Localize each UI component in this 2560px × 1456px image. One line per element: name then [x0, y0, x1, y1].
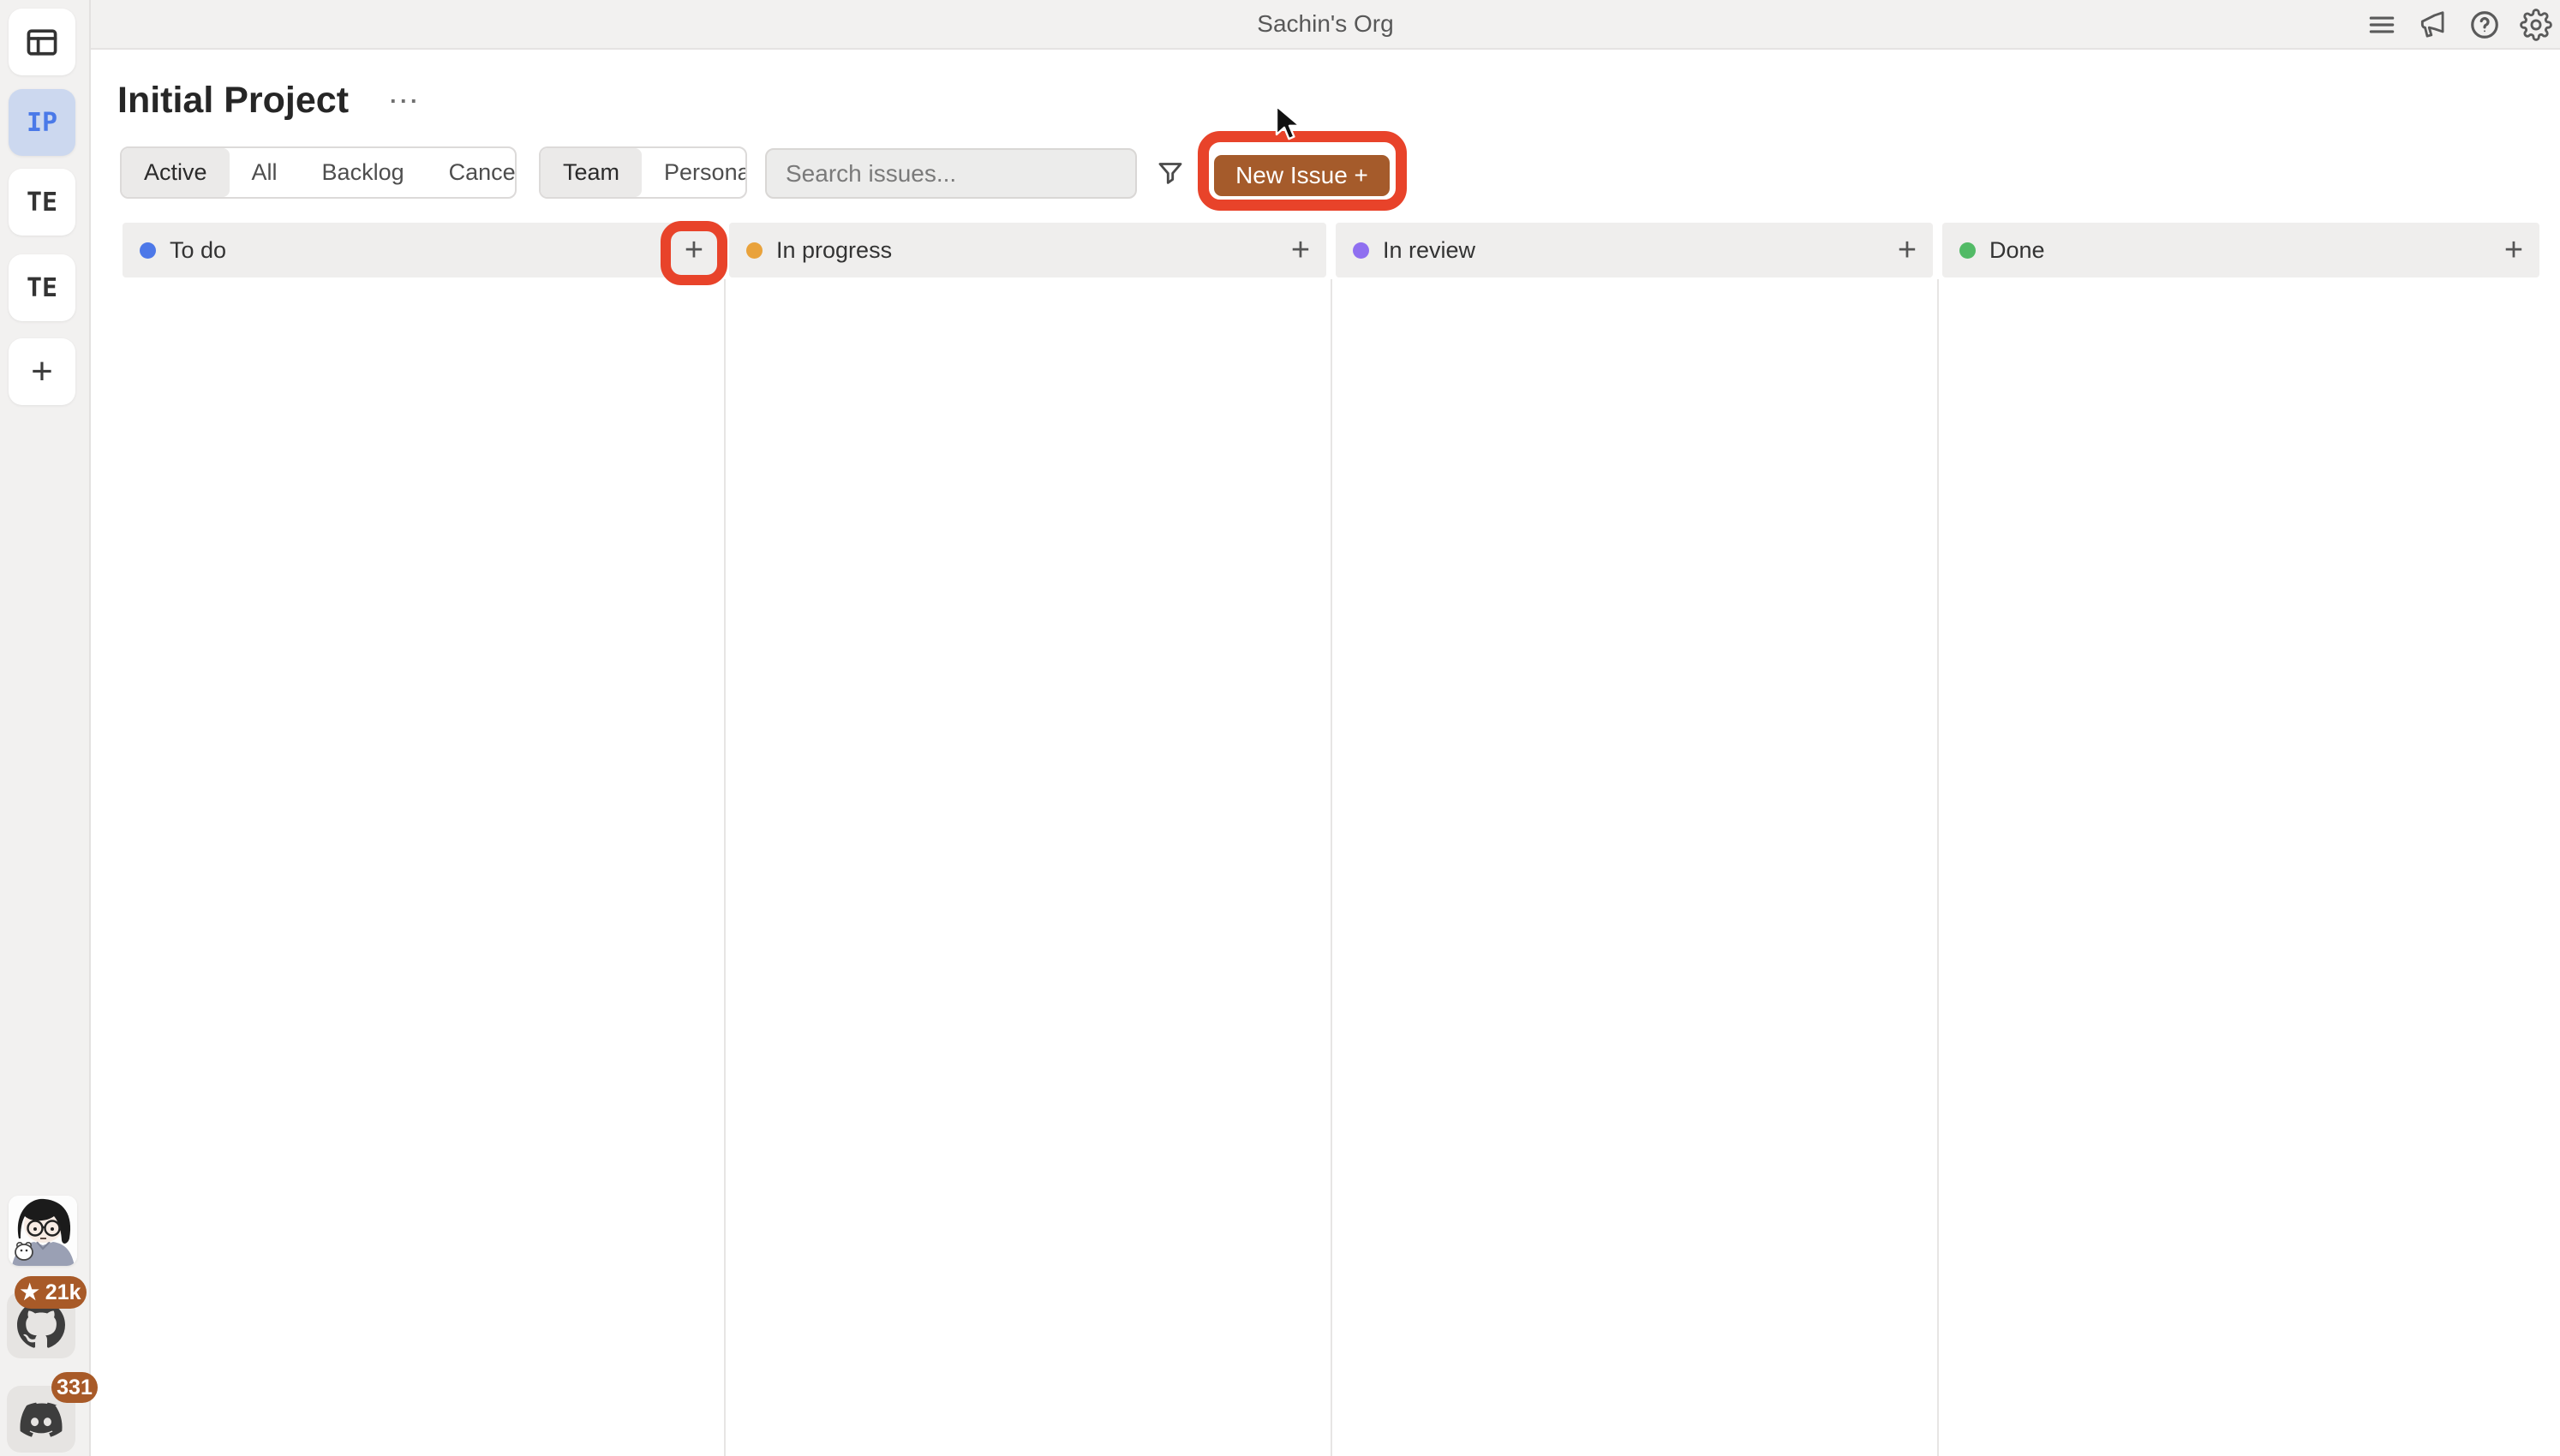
page-title: Initial Project: [117, 80, 349, 122]
github-stars-count: ★ 21k: [20, 1280, 81, 1305]
help-icon[interactable]: [2467, 8, 2502, 42]
sidebar-item-team-1[interactable]: TE: [9, 169, 75, 236]
column-name: To do: [170, 237, 226, 264]
column-name: In progress: [776, 237, 892, 264]
tab-backlog[interactable]: Backlog: [300, 148, 427, 197]
status-dot-in-review: [1353, 242, 1369, 259]
tab-active[interactable]: Active: [122, 148, 230, 197]
top-header: Sachin's Org: [91, 0, 2560, 50]
tab-cancelled[interactable]: Cancelled: [427, 148, 517, 197]
add-issue-in-review-button[interactable]: +: [1892, 223, 1923, 277]
sidebar-add-workspace-button[interactable]: +: [9, 338, 75, 405]
project-more-button[interactable]: ···: [390, 88, 421, 115]
workspace-initials: IP: [27, 108, 57, 138]
scope-tabs: Team Personal: [539, 146, 747, 199]
team-initials: TE: [27, 188, 57, 218]
column-header-todo: To do +: [123, 223, 720, 277]
issue-filter-tabs: Active All Backlog Cancelled: [120, 146, 517, 199]
column-name: In review: [1383, 237, 1475, 264]
discord-count-badge: 331: [51, 1372, 98, 1403]
sidebar-workspace-switcher-button[interactable]: [9, 9, 75, 75]
tab-team[interactable]: Team: [541, 148, 642, 197]
settings-gear-icon[interactable]: [2519, 8, 2553, 42]
column-divider: [1331, 279, 1332, 1456]
new-issue-label: New Issue +: [1235, 162, 1368, 189]
column-name: Done: [1989, 237, 2045, 264]
github-stars-badge: ★ 21k: [15, 1276, 87, 1309]
column-header-in-progress: In progress +: [729, 223, 1326, 277]
new-issue-button[interactable]: New Issue +: [1214, 155, 1390, 196]
org-title: Sachin's Org: [91, 0, 2560, 50]
column-divider: [724, 279, 726, 1456]
plus-icon: +: [31, 353, 53, 391]
cursor-pointer-icon: [1274, 104, 1305, 144]
column-divider: [1937, 279, 1939, 1456]
layout-window-icon: [23, 23, 61, 61]
status-dot-done: [1959, 242, 1976, 259]
megaphone-icon[interactable]: [2416, 8, 2450, 42]
header-actions: [2365, 0, 2553, 50]
add-issue-in-progress-button[interactable]: +: [1285, 223, 1316, 277]
sidebar: IP TE TE +: [0, 0, 91, 1456]
discord-member-count: 331: [57, 1375, 93, 1400]
tab-all[interactable]: All: [230, 148, 300, 197]
add-issue-todo-button[interactable]: +: [679, 223, 709, 277]
hamburger-menu-icon[interactable]: [2365, 8, 2399, 42]
team-initials: TE: [27, 273, 57, 303]
sidebar-item-initial-project[interactable]: IP: [9, 89, 75, 156]
search-input[interactable]: [765, 148, 1137, 199]
avatar-illustration: [9, 1196, 77, 1266]
filter-funnel-icon[interactable]: [1153, 156, 1187, 190]
tab-personal[interactable]: Personal: [642, 148, 747, 197]
status-dot-todo: [140, 242, 156, 259]
add-issue-done-button[interactable]: +: [2498, 223, 2529, 277]
status-dot-in-progress: [746, 242, 763, 259]
column-header-in-review: In review +: [1336, 223, 1933, 277]
user-avatar[interactable]: [9, 1196, 77, 1266]
discord-icon: [18, 1396, 64, 1442]
sidebar-item-team-2[interactable]: TE: [9, 254, 75, 321]
column-header-done: Done +: [1942, 223, 2539, 277]
